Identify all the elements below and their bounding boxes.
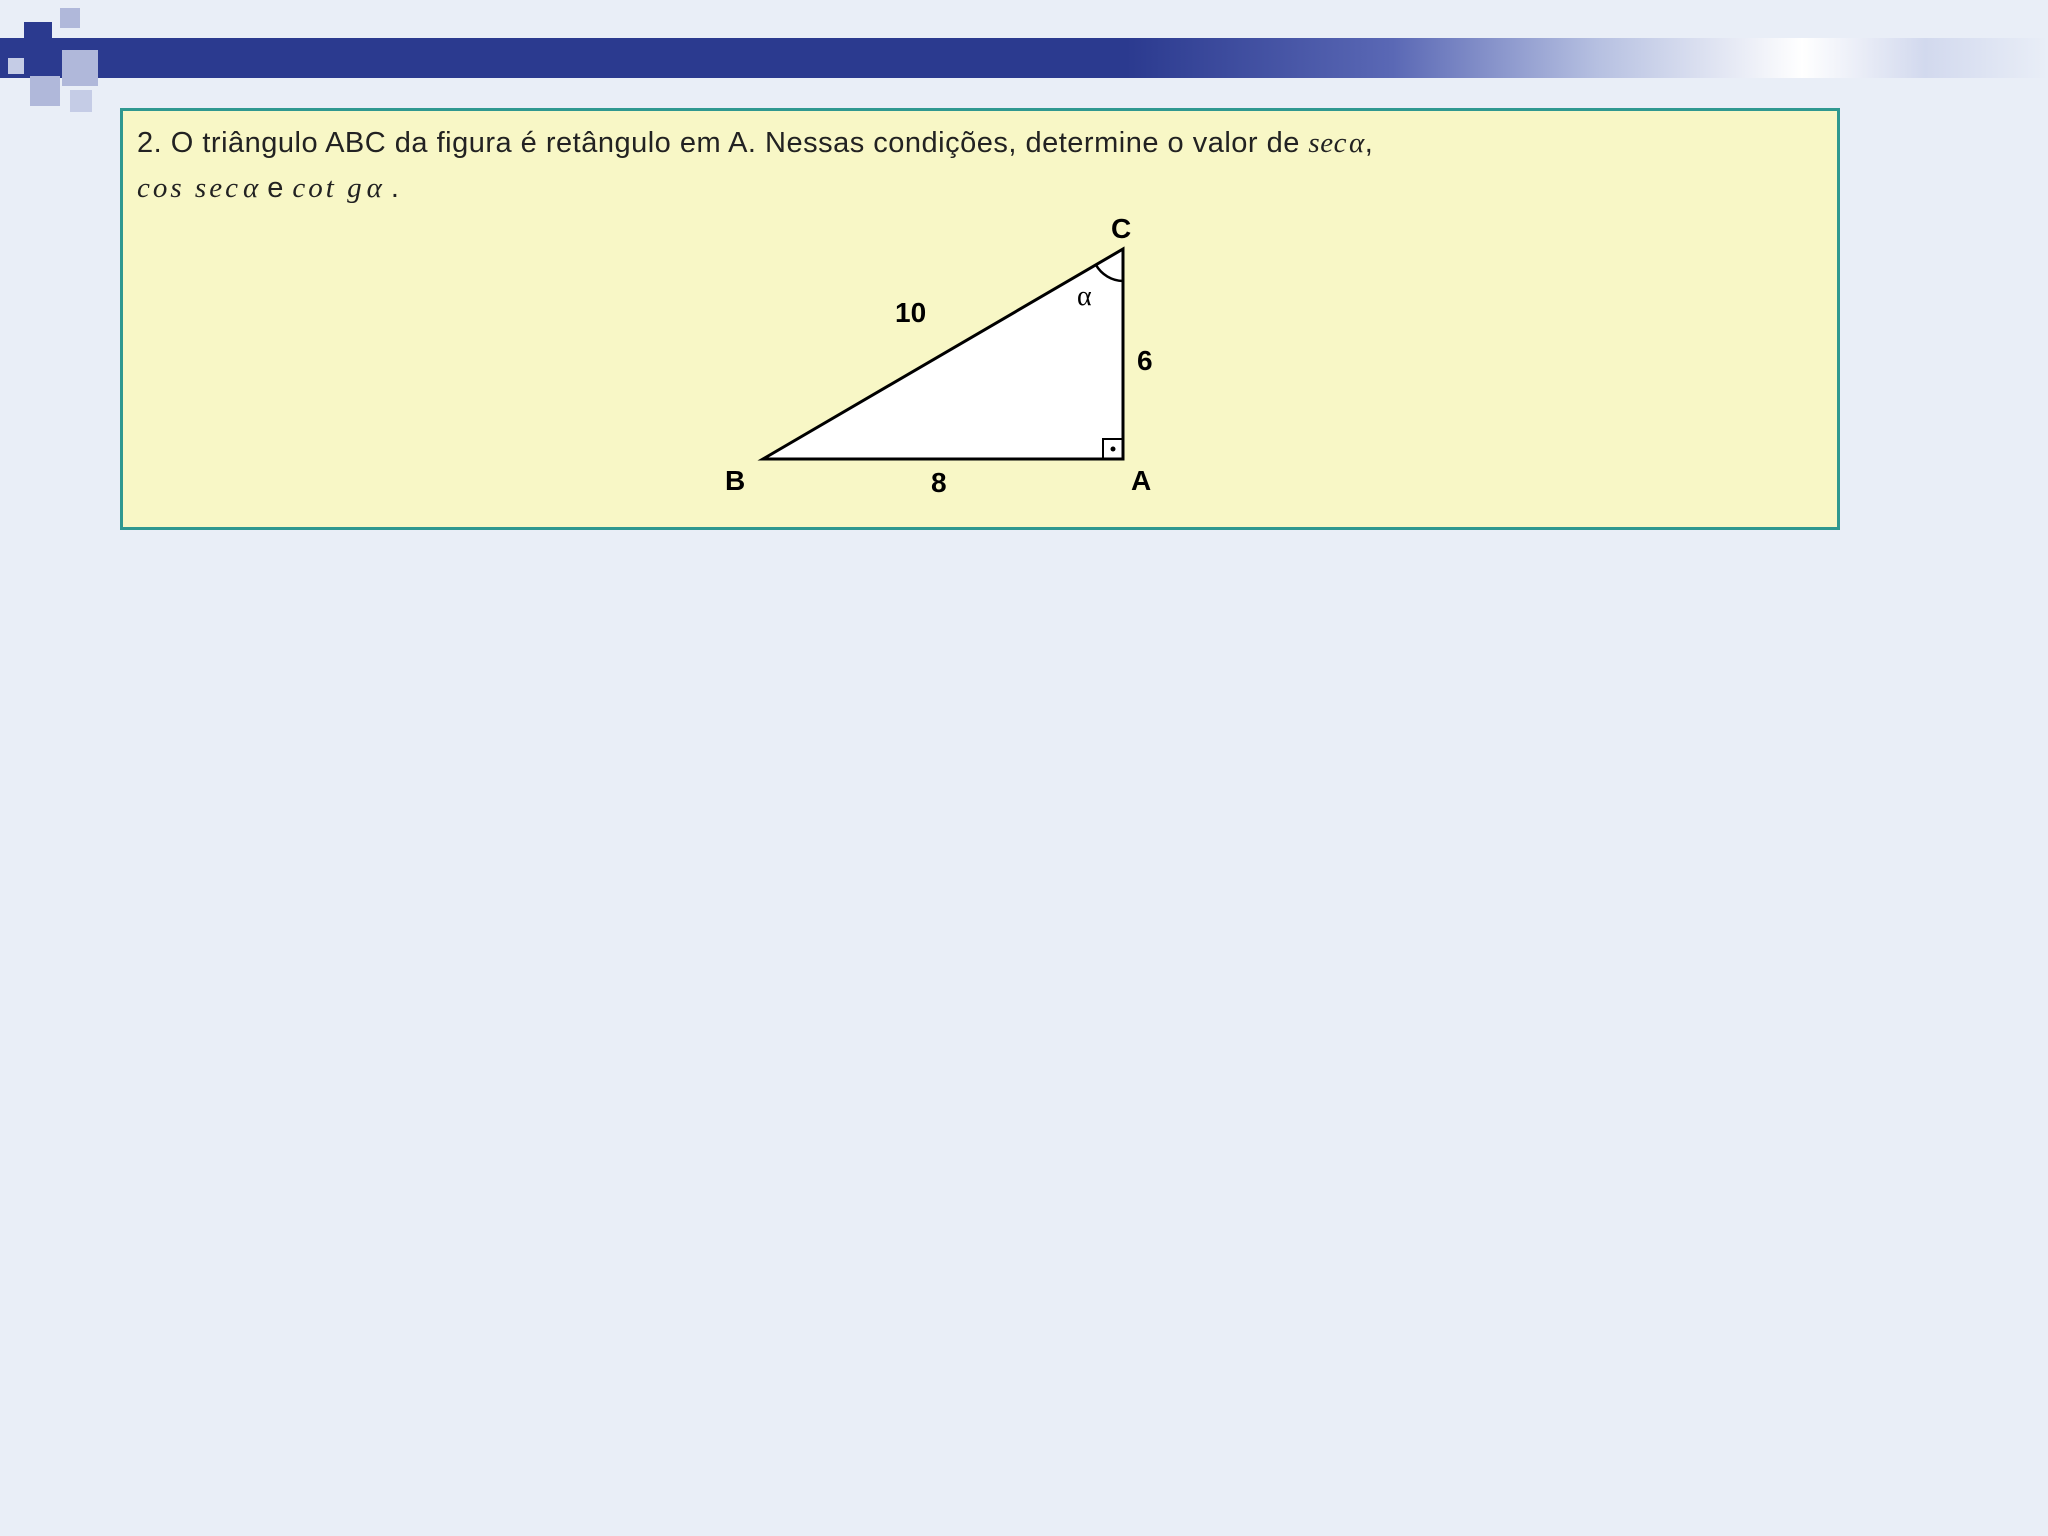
problem-number: 2. <box>137 127 162 159</box>
problem-statement: 2. O triângulo ABC da figura é retângulo… <box>137 121 1823 211</box>
angle-alpha-label: α <box>1077 281 1092 313</box>
vertex-b-label: B <box>725 465 745 497</box>
side-right-label: 6 <box>1137 345 1153 377</box>
cotg-label: cot g <box>292 172 364 204</box>
side-hypotenuse-label: 10 <box>895 297 926 329</box>
header-decoration <box>0 0 2048 110</box>
sec-label: sec <box>1308 127 1347 159</box>
conjunction-e: e <box>267 172 292 204</box>
gradient-bar <box>0 38 2048 78</box>
triangle-figure: C B A 10 8 6 α <box>123 209 1837 519</box>
vertex-c-label: C <box>1111 213 1131 245</box>
problem-body: O triângulo ABC da figura é retângulo em… <box>171 127 1309 159</box>
side-base-label: 8 <box>931 467 947 499</box>
comma: , <box>1365 127 1374 159</box>
alpha-symbol: α <box>365 172 383 204</box>
triangle-svg <box>683 209 1243 519</box>
cossec-label: cos sec <box>137 172 241 204</box>
problem-container: 2. O triângulo ABC da figura é retângulo… <box>120 108 1840 530</box>
vertex-a-label: A <box>1131 465 1151 497</box>
alpha-symbol: α <box>241 172 259 204</box>
period: . <box>382 172 399 204</box>
corner-squares <box>0 0 120 120</box>
alpha-symbol: α <box>1347 127 1365 159</box>
